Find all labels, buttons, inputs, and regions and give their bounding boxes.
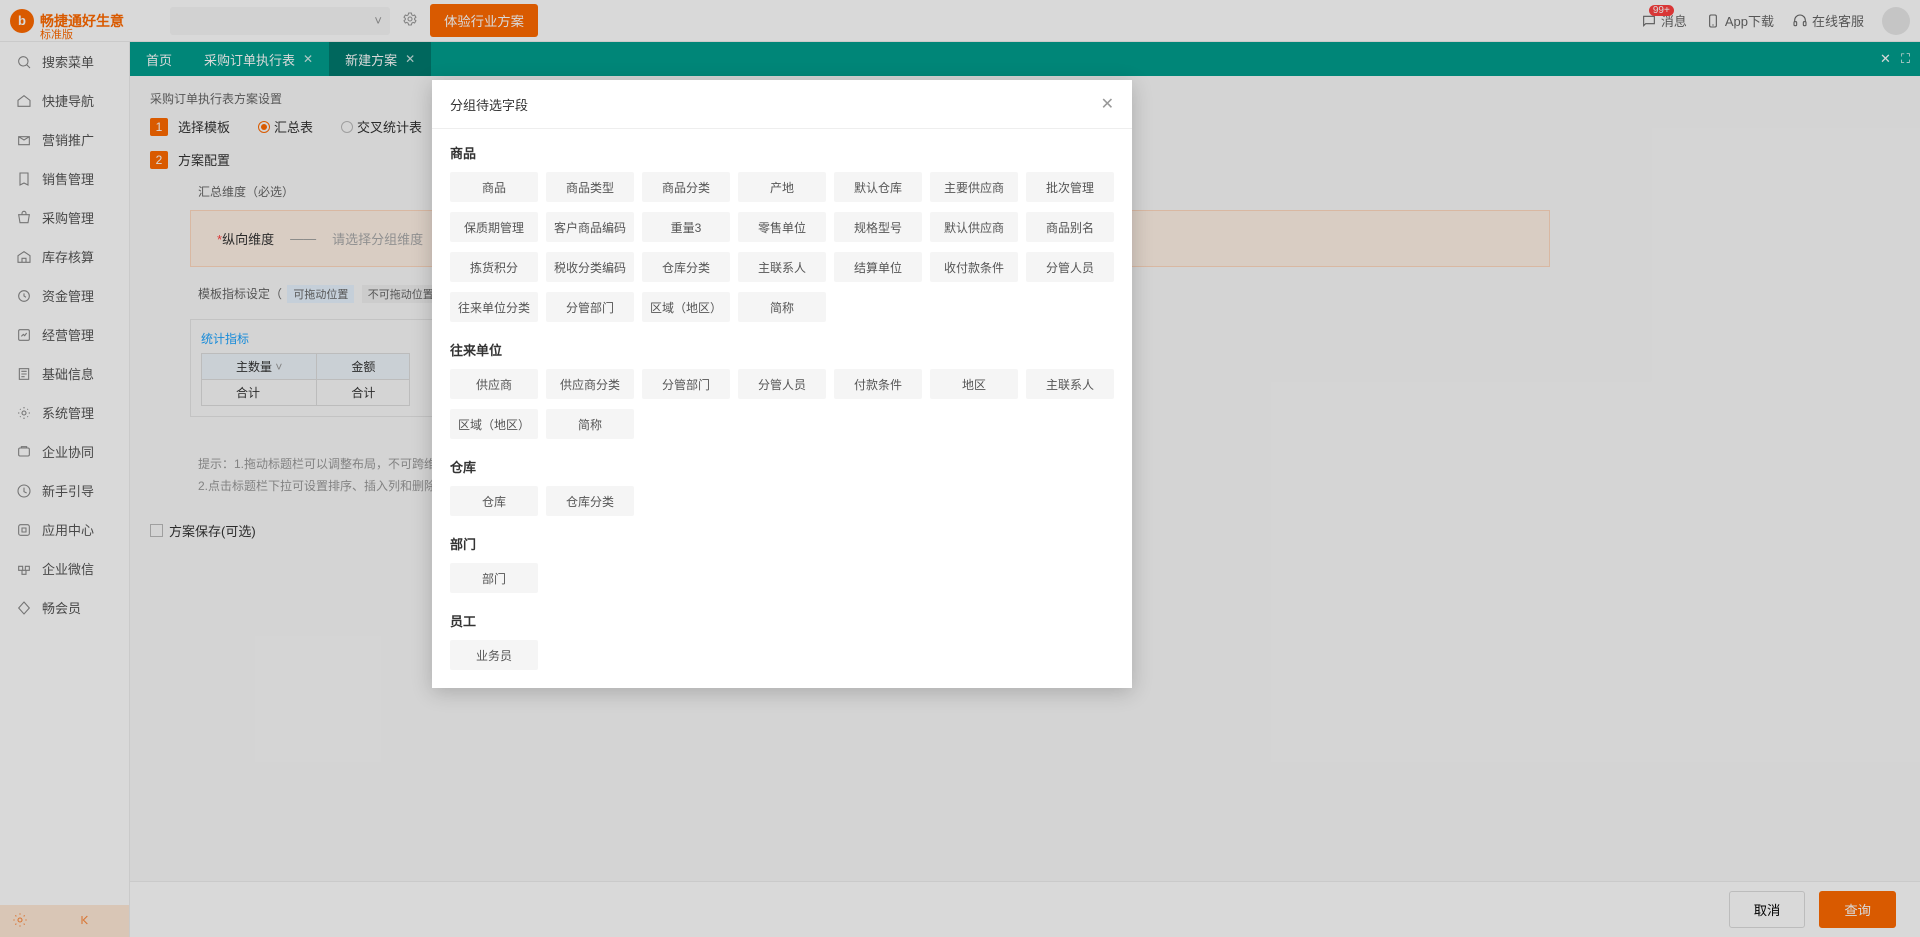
field-group: 部门部门 — [450, 534, 1132, 593]
field-chip[interactable]: 批次管理 — [1026, 172, 1114, 202]
field-group: 仓库仓库仓库分类 — [450, 457, 1132, 516]
field-chip[interactable]: 往来单位分类 — [450, 292, 538, 322]
field-chip[interactable]: 供应商分类 — [546, 369, 634, 399]
field-chip[interactable]: 分管人员 — [1026, 252, 1114, 282]
field-chip[interactable]: 区域（地区） — [642, 292, 730, 322]
field-group-title: 商品 — [450, 143, 1132, 162]
field-chip-row: 仓库仓库分类 — [450, 486, 1132, 516]
field-chip[interactable]: 区域（地区） — [450, 409, 538, 439]
field-chip-row: 商品商品类型商品分类产地默认仓库主要供应商批次管理保质期管理客户商品编码重量3 零… — [450, 172, 1132, 322]
modal-horizontal-scrollbar[interactable] — [432, 678, 1132, 688]
field-chip[interactable]: 付款条件 — [834, 369, 922, 399]
field-picker-modal: 分组待选字段 ✕ 商品商品商品类型商品分类产地默认仓库主要供应商批次管理保质期管… — [432, 80, 1132, 688]
field-chip[interactable]: 商品 — [450, 172, 538, 202]
field-chip[interactable]: 收付款条件 — [930, 252, 1018, 282]
field-chip[interactable]: 主联系人 — [1026, 369, 1114, 399]
field-chip[interactable]: 仓库分类 — [642, 252, 730, 282]
field-chip[interactable]: 税收分类编码 — [546, 252, 634, 282]
field-chip[interactable]: 供应商 — [450, 369, 538, 399]
field-chip[interactable]: 仓库分类 — [546, 486, 634, 516]
field-chip[interactable]: 主联系人 — [738, 252, 826, 282]
field-chip[interactable]: 部门 — [450, 563, 538, 593]
field-chip-row: 业务员 — [450, 640, 1132, 670]
field-chip[interactable]: 保质期管理 — [450, 212, 538, 242]
field-chip[interactable]: 拣货积分 — [450, 252, 538, 282]
field-group: 员工业务员 — [450, 611, 1132, 670]
field-chip[interactable]: 默认供应商 — [930, 212, 1018, 242]
field-chip[interactable]: 分管部门 — [546, 292, 634, 322]
field-chip[interactable]: 商品分类 — [642, 172, 730, 202]
field-chip[interactable]: 简称 — [738, 292, 826, 322]
modal-close-button[interactable]: ✕ — [1101, 94, 1114, 114]
field-chip[interactable]: 产地 — [738, 172, 826, 202]
field-chip[interactable]: 地区 — [930, 369, 1018, 399]
field-chip-row: 供应商供应商分类分管部门分管人员付款条件地区主联系人区域（地区） 简称 — [450, 369, 1132, 439]
field-chip[interactable]: 重量3 — [642, 212, 730, 242]
field-chip[interactable]: 分管人员 — [738, 369, 826, 399]
field-chip[interactable]: 客户商品编码 — [546, 212, 634, 242]
field-group-title: 往来单位 — [450, 340, 1132, 359]
field-chip[interactable]: 商品别名 — [1026, 212, 1114, 242]
modal-header: 分组待选字段 ✕ — [432, 80, 1132, 129]
field-chip[interactable]: 规格型号 — [834, 212, 922, 242]
field-chip[interactable]: 简称 — [546, 409, 634, 439]
field-chip[interactable]: 结算单位 — [834, 252, 922, 282]
field-chip[interactable]: 主要供应商 — [930, 172, 1018, 202]
field-group-title: 部门 — [450, 534, 1132, 553]
field-chip[interactable]: 默认仓库 — [834, 172, 922, 202]
field-group: 往来单位供应商供应商分类分管部门分管人员付款条件地区主联系人区域（地区） 简称 — [450, 340, 1132, 439]
field-chip-row: 部门 — [450, 563, 1132, 593]
field-group-title: 员工 — [450, 611, 1132, 630]
modal-body[interactable]: 商品商品商品类型商品分类产地默认仓库主要供应商批次管理保质期管理客户商品编码重量… — [432, 129, 1132, 678]
field-group: 商品商品商品类型商品分类产地默认仓库主要供应商批次管理保质期管理客户商品编码重量… — [450, 143, 1132, 322]
field-chip[interactable]: 仓库 — [450, 486, 538, 516]
field-chip[interactable]: 分管部门 — [642, 369, 730, 399]
field-group-title: 仓库 — [450, 457, 1132, 476]
field-chip[interactable]: 零售单位 — [738, 212, 826, 242]
modal-title: 分组待选字段 — [450, 95, 528, 114]
field-chip[interactable]: 业务员 — [450, 640, 538, 670]
field-chip[interactable]: 商品类型 — [546, 172, 634, 202]
